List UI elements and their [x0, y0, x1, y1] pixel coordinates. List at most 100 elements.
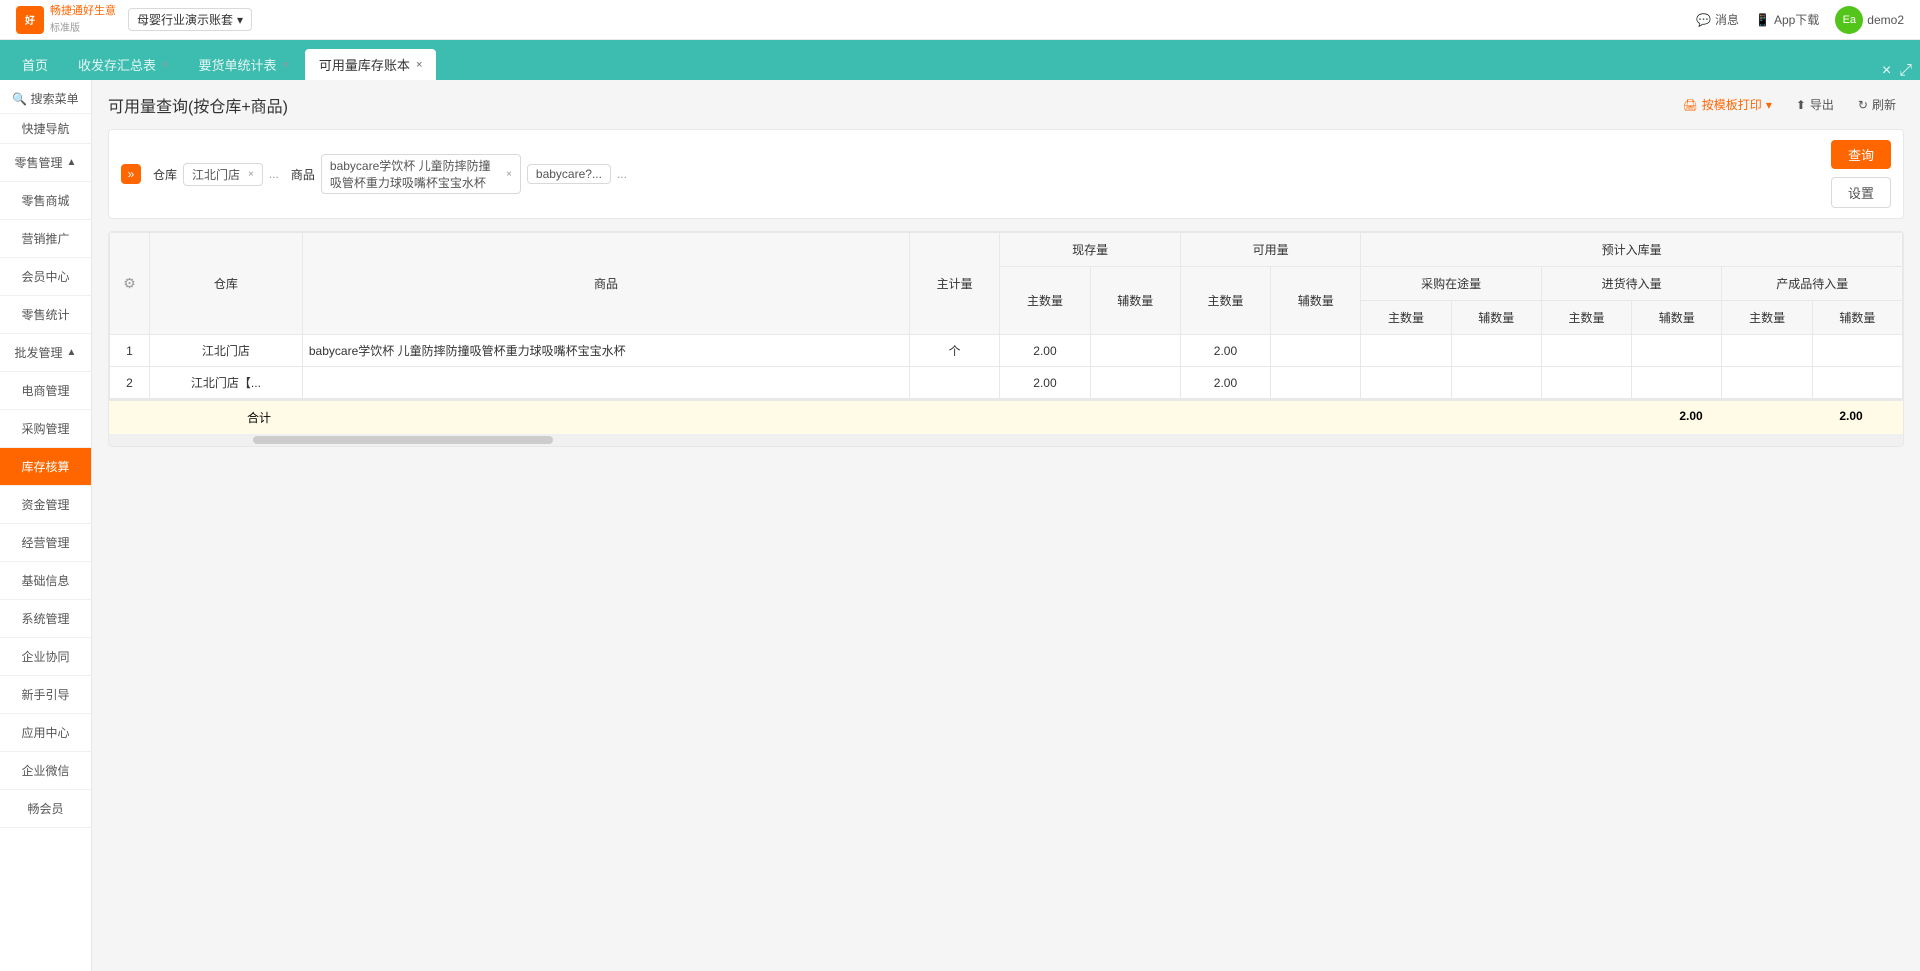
- sidebar-item-newbie[interactable]: 新手引导: [0, 676, 91, 714]
- filter-toggle-button[interactable]: »: [121, 164, 141, 184]
- more-options-icon[interactable]: ...: [269, 167, 279, 181]
- sidebar-item-marketing[interactable]: 营销推广: [0, 220, 91, 258]
- item-label-group: 零售管理 ▲: [15, 154, 77, 171]
- th-product: 商品: [302, 233, 909, 335]
- sidebar-quick-nav[interactable]: 快捷导航: [0, 114, 91, 144]
- page-title: 可用量查询(按仓库+商品): [108, 93, 288, 117]
- item-text: 营销推广: [21, 230, 69, 247]
- message-button[interactable]: 💬 消息: [1696, 11, 1739, 28]
- cell-warehouse: 江北门店【...: [150, 367, 303, 399]
- template-print-button[interactable]: 🖨 按模板打印 ▾: [1675, 92, 1780, 117]
- remove-product-1-icon[interactable]: ×: [506, 169, 512, 180]
- sidebar-item-retail-mgmt[interactable]: 零售管理 ▲: [0, 144, 91, 182]
- item-text: 应用中心: [21, 724, 69, 741]
- sidebar-item-basic[interactable]: 基础信息: [0, 562, 91, 600]
- sidebar-item-purchase[interactable]: 采购管理: [0, 410, 91, 448]
- cell-row-num: 2: [110, 367, 150, 399]
- sidebar-item-retail-stats[interactable]: 零售统计: [0, 296, 91, 334]
- warehouse-tag[interactable]: 江北门店 ×: [183, 163, 263, 186]
- sidebar-item-enterprise-wechat[interactable]: 企业微信: [0, 752, 91, 790]
- sidebar-item-member2[interactable]: 畅会员: [0, 790, 91, 828]
- tab-order-stats[interactable]: 要货单统计表 ×: [184, 49, 302, 80]
- filter-action-buttons: 查询 设置: [1831, 140, 1891, 208]
- th-settings[interactable]: ⚙: [110, 233, 150, 335]
- product-tag-1[interactable]: babycare学饮杯 儿童防摔防撞吸管杯重力球吸嘴杯宝宝水杯 ×: [321, 154, 521, 194]
- cell-purchase-sub: [1451, 335, 1541, 367]
- setting-button[interactable]: 设置: [1831, 177, 1891, 208]
- th-stock-group: 现存量: [1000, 233, 1181, 267]
- item-text: 经营管理: [21, 534, 69, 551]
- tab-home[interactable]: 首页: [8, 49, 62, 80]
- quick-nav-label: 快捷导航: [21, 122, 69, 136]
- sidebar-item-finance[interactable]: 资金管理: [0, 486, 91, 524]
- remove-warehouse-icon[interactable]: ×: [248, 169, 254, 180]
- summary-available-main: 2.00: [1811, 409, 1891, 426]
- cell-production-sub: [1812, 367, 1902, 399]
- sidebar-item-app-center[interactable]: 应用中心: [0, 714, 91, 752]
- refresh-icon: ↻: [1858, 98, 1868, 112]
- product-filter: 商品 babycare学饮杯 儿童防摔防撞吸管杯重力球吸嘴杯宝宝水杯 × bab…: [291, 154, 627, 194]
- tab-available-inventory[interactable]: 可用量库存账本 ×: [305, 49, 436, 80]
- sidebar-item-wholesale-mgmt[interactable]: 批发管理 ▲: [0, 334, 91, 372]
- data-table-wrapper: ⚙ 仓库 商品 主计量 现存量 可用量 预计入库量 主数量: [108, 231, 1904, 447]
- sidebar-search[interactable]: 🔍 搜索菜单: [0, 80, 91, 114]
- nav-tabs: 首页 收发存汇总表 × 要货单统计表 × 可用量库存账本 × × ⤢: [0, 40, 1920, 80]
- sidebar-item-retail-mall[interactable]: 零售商城: [0, 182, 91, 220]
- refresh-button[interactable]: ↻ 刷新: [1850, 92, 1904, 117]
- filter-area: » 仓库 江北门店 × ... 商品 babycare学饮杯 儿童防摔防撞吸管杯…: [108, 129, 1904, 219]
- cell-production-sub: [1812, 335, 1902, 367]
- cell-stock-sub: [1090, 335, 1180, 367]
- th-stock-sub: 辅数量: [1090, 267, 1180, 335]
- sidebar-item-member[interactable]: 会员中心: [0, 258, 91, 296]
- cell-product: babycare学饮杯 儿童防摔防撞吸管杯重力球吸嘴杯宝宝水杯: [302, 335, 909, 367]
- user-menu[interactable]: Ea demo2: [1835, 6, 1904, 34]
- th-incoming-main: 主数量: [1541, 301, 1631, 335]
- tab-close-icon[interactable]: ×: [162, 59, 168, 71]
- item-text: 会员中心: [21, 268, 69, 285]
- warehouse-label: 仓库: [153, 166, 177, 183]
- settings-icon[interactable]: ⚙: [123, 275, 136, 291]
- app-download-button[interactable]: 📱 App下载: [1755, 11, 1819, 28]
- th-purchase-group: 采购在途量: [1361, 267, 1542, 301]
- printer-icon: 🖨: [1683, 98, 1698, 112]
- tab-close-icon[interactable]: ×: [282, 59, 288, 71]
- item-text: 资金管理: [21, 496, 69, 513]
- sidebar-item-operations[interactable]: 经营管理: [0, 524, 91, 562]
- sidebar-item-inventory[interactable]: 库存核算: [0, 448, 91, 486]
- scroll-thumb[interactable]: [253, 436, 553, 444]
- sidebar: 🔍 搜索菜单 快捷导航 零售管理 ▲ 零售商城 营销推广 会员中心 零售统计 批…: [0, 80, 92, 971]
- item-text: 采购管理: [21, 420, 69, 437]
- chevron-down-icon: ▾: [237, 13, 243, 27]
- th-available-sub: 辅数量: [1271, 267, 1361, 335]
- cell-warehouse: 江北门店: [150, 335, 303, 367]
- page-header: 可用量查询(按仓库+商品) 🖨 按模板打印 ▾ ⬆ 导出 ↻ 刷新: [108, 92, 1904, 117]
- table-scroll[interactable]: ⚙ 仓库 商品 主计量 现存量 可用量 预计入库量 主数量: [109, 232, 1903, 399]
- export-icon: ⬆: [1796, 98, 1806, 112]
- cell-incoming-main: [1541, 335, 1631, 367]
- sidebar-item-system[interactable]: 系统管理: [0, 600, 91, 638]
- horizontal-scrollbar[interactable]: [109, 434, 1903, 446]
- user-label: demo2: [1867, 13, 1904, 27]
- sidebar-item-enterprise[interactable]: 企业协同: [0, 638, 91, 676]
- expand-button[interactable]: ⤢: [1899, 62, 1912, 80]
- close-all-button[interactable]: ×: [1882, 62, 1891, 80]
- more-products-icon[interactable]: ...: [617, 167, 627, 181]
- expand-arrow-icon: ▲: [67, 157, 77, 168]
- table-row: 2 江北门店【... 2.00 2.00: [110, 367, 1903, 399]
- industry-selector[interactable]: 母婴行业演示账套 ▾: [128, 8, 252, 31]
- th-stock-main: 主数量: [1000, 267, 1090, 335]
- product-tag-2[interactable]: babycare?...: [527, 164, 611, 184]
- cell-purchase-main: [1361, 367, 1451, 399]
- logo-icon: 好: [16, 6, 44, 34]
- cell-available-sub: [1271, 335, 1361, 367]
- tab-collect-summary[interactable]: 收发存汇总表 ×: [64, 49, 182, 80]
- tab-close-icon[interactable]: ×: [416, 59, 422, 71]
- export-button[interactable]: ⬆ 导出: [1788, 92, 1842, 117]
- sidebar-item-ecommerce[interactable]: 电商管理: [0, 372, 91, 410]
- data-table: ⚙ 仓库 商品 主计量 现存量 可用量 预计入库量 主数量: [109, 232, 1903, 399]
- logo-text-group: 畅捷通好生意 标准版: [50, 5, 116, 33]
- th-production-group: 产成品待入量: [1722, 267, 1903, 301]
- item-label-group: 批发管理 ▲: [15, 344, 77, 361]
- query-button[interactable]: 查询: [1831, 140, 1891, 169]
- summary-row: 合计 2.00 2.00: [109, 399, 1903, 434]
